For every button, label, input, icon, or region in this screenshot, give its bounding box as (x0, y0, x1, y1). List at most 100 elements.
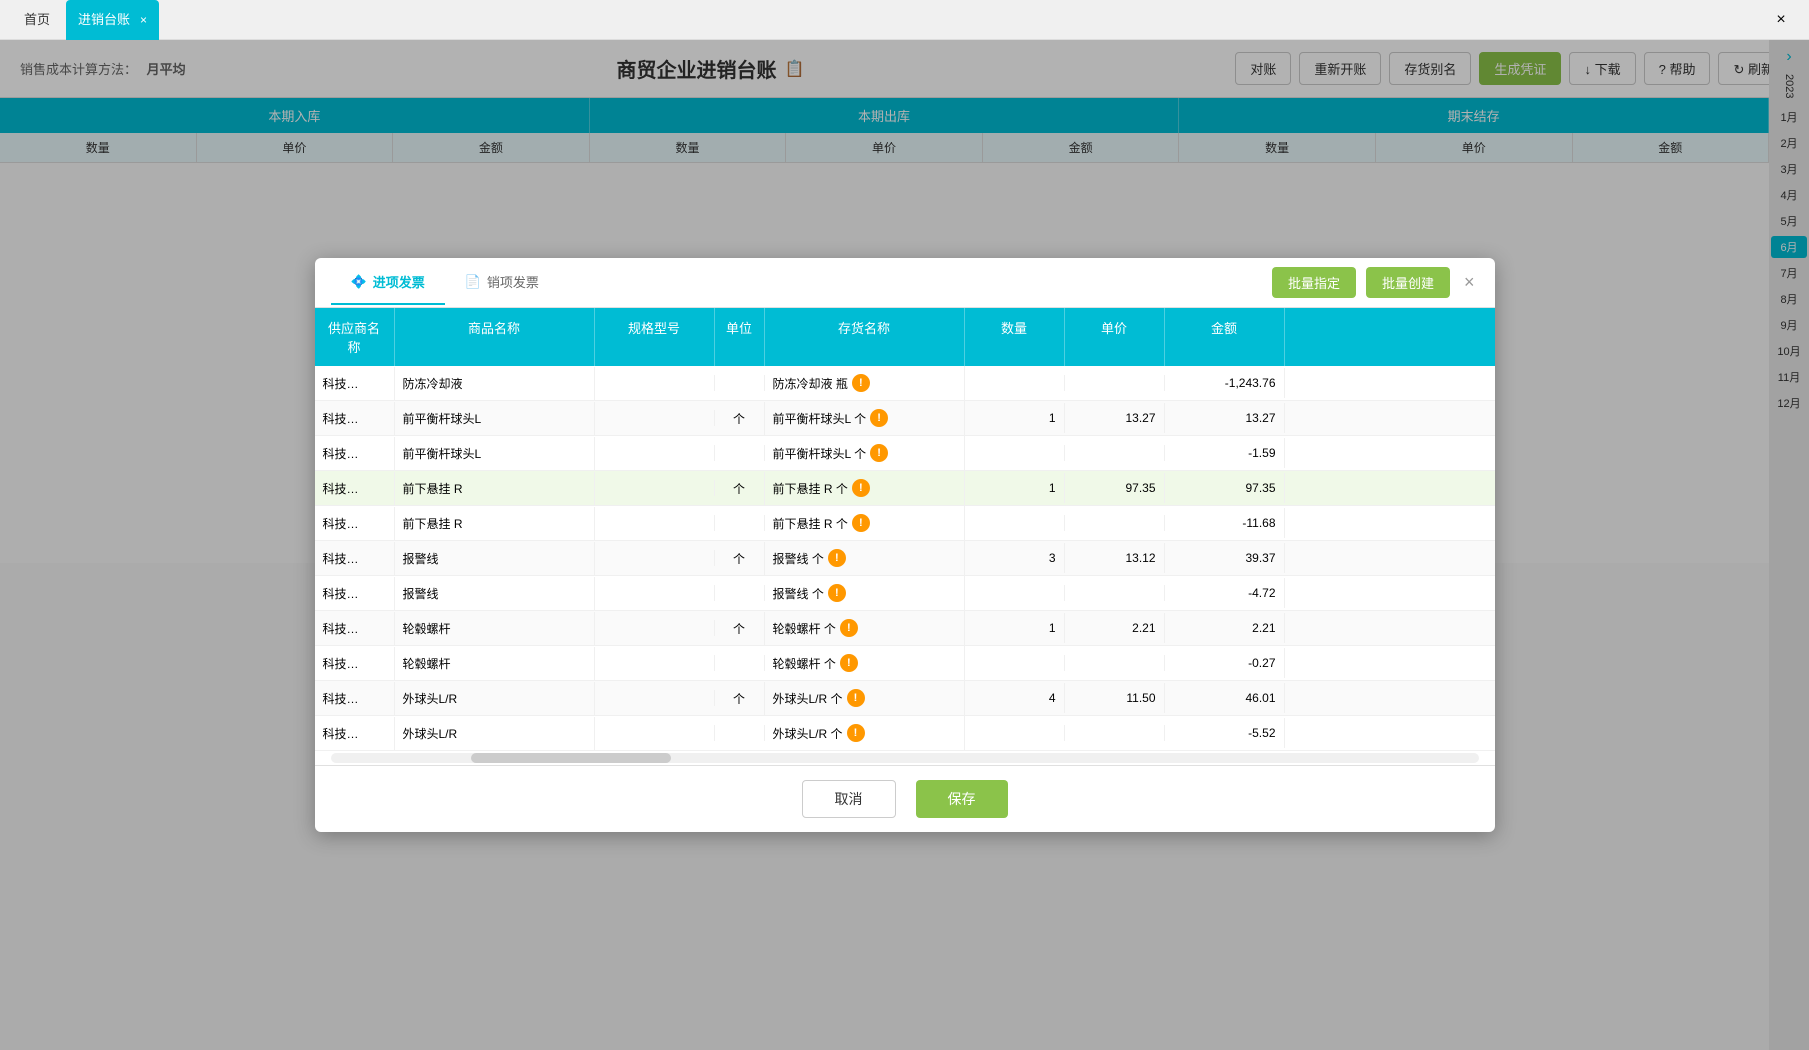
td-product: 轮毂螺杆 (395, 612, 595, 645)
save-button[interactable]: 保存 (916, 780, 1008, 818)
tab-invoice-out[interactable]: 📄 销项发票 (445, 260, 559, 305)
td-price (1065, 725, 1165, 741)
td-unit: 个 (715, 402, 765, 435)
td-amount: 97.35 (1165, 473, 1285, 503)
table-row[interactable]: 科技… 前下悬挂 R 个 前下悬挂 R 个 ! 1 97.35 97.35 (315, 471, 1495, 506)
tab-invoice-in[interactable]: 💠 进项发票 (331, 260, 445, 305)
td-stock: 外球头L/R 个 ! (765, 716, 965, 750)
td-stock: 外球头L/R 个 ! (765, 681, 965, 715)
modal-action-buttons: 批量指定 批量创建 (1272, 267, 1450, 298)
td-stock: 前平衡杆球头L 个 ! (765, 436, 965, 470)
td-spec (595, 655, 715, 671)
td-unit (715, 655, 765, 671)
th-unit: 单位 (715, 308, 765, 366)
modal-tabs: 💠 进项发票 📄 销项发票 (331, 260, 559, 305)
table-row[interactable]: 科技… 前平衡杆球头L 前平衡杆球头L 个 ! -1.59 (315, 436, 1495, 471)
td-amount: -0.27 (1165, 648, 1285, 678)
td-spec (595, 550, 715, 566)
td-amount: 2.21 (1165, 613, 1285, 643)
td-unit: 个 (715, 472, 765, 505)
table-row[interactable]: 科技… 前下悬挂 R 前下悬挂 R 个 ! -11.68 (315, 506, 1495, 541)
td-stock: 报警线 个 ! (765, 576, 965, 610)
modal-dialog: 💠 进项发票 📄 销项发票 批量指定 批量创建 × 供应商名称 (315, 258, 1495, 832)
tab-home[interactable]: 首页 (8, 0, 66, 40)
td-qty (965, 655, 1065, 671)
warning-icon: ! (870, 444, 888, 462)
td-price: 13.27 (1065, 403, 1165, 433)
td-product: 报警线 (395, 542, 595, 575)
table-row[interactable]: 科技… 外球头L/R 外球头L/R 个 ! -5.52 (315, 716, 1495, 751)
td-spec (595, 585, 715, 601)
td-product: 前平衡杆球头L (395, 402, 595, 435)
table-row[interactable]: 科技… 轮毂螺杆 轮毂螺杆 个 ! -0.27 (315, 646, 1495, 681)
td-qty: 4 (965, 683, 1065, 713)
td-qty: 3 (965, 543, 1065, 573)
modal-scrollbar[interactable] (331, 753, 1479, 763)
batch-specify-button[interactable]: 批量指定 (1272, 267, 1356, 298)
table-row[interactable]: 科技… 报警线 报警线 个 ! -4.72 (315, 576, 1495, 611)
th-amount: 金额 (1165, 308, 1285, 366)
modal-footer: 取消 保存 (315, 765, 1495, 832)
table-row[interactable]: 科技… 防冻冷却液 防冻冷却液 瓶 ! -1,243.76 (315, 366, 1495, 401)
td-supplier: 科技… (315, 717, 395, 750)
td-qty (965, 515, 1065, 531)
td-stock: 前平衡杆球头L 个 ! (765, 401, 965, 435)
td-spec (595, 690, 715, 706)
table-row[interactable]: 科技… 轮毂螺杆 个 轮毂螺杆 个 ! 1 2.21 2.21 (315, 611, 1495, 646)
warning-icon: ! (840, 619, 858, 637)
td-amount: -4.72 (1165, 578, 1285, 608)
td-qty: 1 (965, 613, 1065, 643)
tab-close-icon[interactable]: × (140, 0, 147, 40)
td-supplier: 科技… (315, 612, 395, 645)
td-amount: 13.27 (1165, 403, 1285, 433)
td-product: 前下悬挂 R (395, 472, 595, 505)
modal-table: 供应商名称 商品名称 规格型号 单位 存货名称 数量 单价 金额 科技… 防冻冷… (315, 308, 1495, 751)
td-unit (715, 585, 765, 601)
modal-close-button[interactable]: × (1460, 268, 1479, 297)
td-product: 外球头L/R (395, 717, 595, 750)
td-spec (595, 725, 715, 741)
th-supplier: 供应商名称 (315, 308, 395, 366)
td-spec (595, 480, 715, 496)
td-unit: 个 (715, 612, 765, 645)
td-supplier: 科技… (315, 507, 395, 540)
table-row[interactable]: 科技… 前平衡杆球头L 个 前平衡杆球头L 个 ! 1 13.27 13.27 (315, 401, 1495, 436)
td-qty (965, 375, 1065, 391)
td-spec (595, 515, 715, 531)
cancel-button[interactable]: 取消 (802, 780, 896, 818)
td-amount: -1,243.76 (1165, 368, 1285, 398)
window-close-button[interactable]: × (1761, 0, 1801, 40)
td-qty: 1 (965, 403, 1065, 433)
td-price (1065, 585, 1165, 601)
td-unit (715, 445, 765, 461)
warning-icon: ! (870, 409, 888, 427)
td-product: 防冻冷却液 (395, 367, 595, 400)
td-price: 2.21 (1065, 613, 1165, 643)
td-stock: 前下悬挂 R 个 ! (765, 471, 965, 505)
modal-header: 💠 进项发票 📄 销项发票 批量指定 批量创建 × (315, 258, 1495, 308)
td-price (1065, 445, 1165, 461)
warning-icon: ! (852, 514, 870, 532)
warning-icon: ! (852, 479, 870, 497)
batch-create-button[interactable]: 批量创建 (1366, 267, 1450, 298)
td-stock: 轮毂螺杆 个 ! (765, 646, 965, 680)
table-row[interactable]: 科技… 外球头L/R 个 外球头L/R 个 ! 4 11.50 46.01 (315, 681, 1495, 716)
td-unit (715, 515, 765, 531)
td-supplier: 科技… (315, 577, 395, 610)
td-price: 13.12 (1065, 543, 1165, 573)
tab-bar: 首页 进销台账 × × (0, 0, 1809, 40)
td-price: 11.50 (1065, 683, 1165, 713)
td-product: 前下悬挂 R (395, 507, 595, 540)
tab-active[interactable]: 进销台账 × (66, 0, 159, 40)
td-unit: 个 (715, 682, 765, 715)
table-row[interactable]: 科技… 报警线 个 报警线 个 ! 3 13.12 39.37 (315, 541, 1495, 576)
td-qty: 1 (965, 473, 1065, 503)
warning-icon: ! (847, 724, 865, 742)
modal-scrollbar-thumb[interactable] (471, 753, 671, 763)
td-unit: 个 (715, 542, 765, 575)
td-stock: 轮毂螺杆 个 ! (765, 611, 965, 645)
td-spec (595, 410, 715, 426)
td-price: 97.35 (1065, 473, 1165, 503)
th-spec: 规格型号 (595, 308, 715, 366)
td-price (1065, 375, 1165, 391)
